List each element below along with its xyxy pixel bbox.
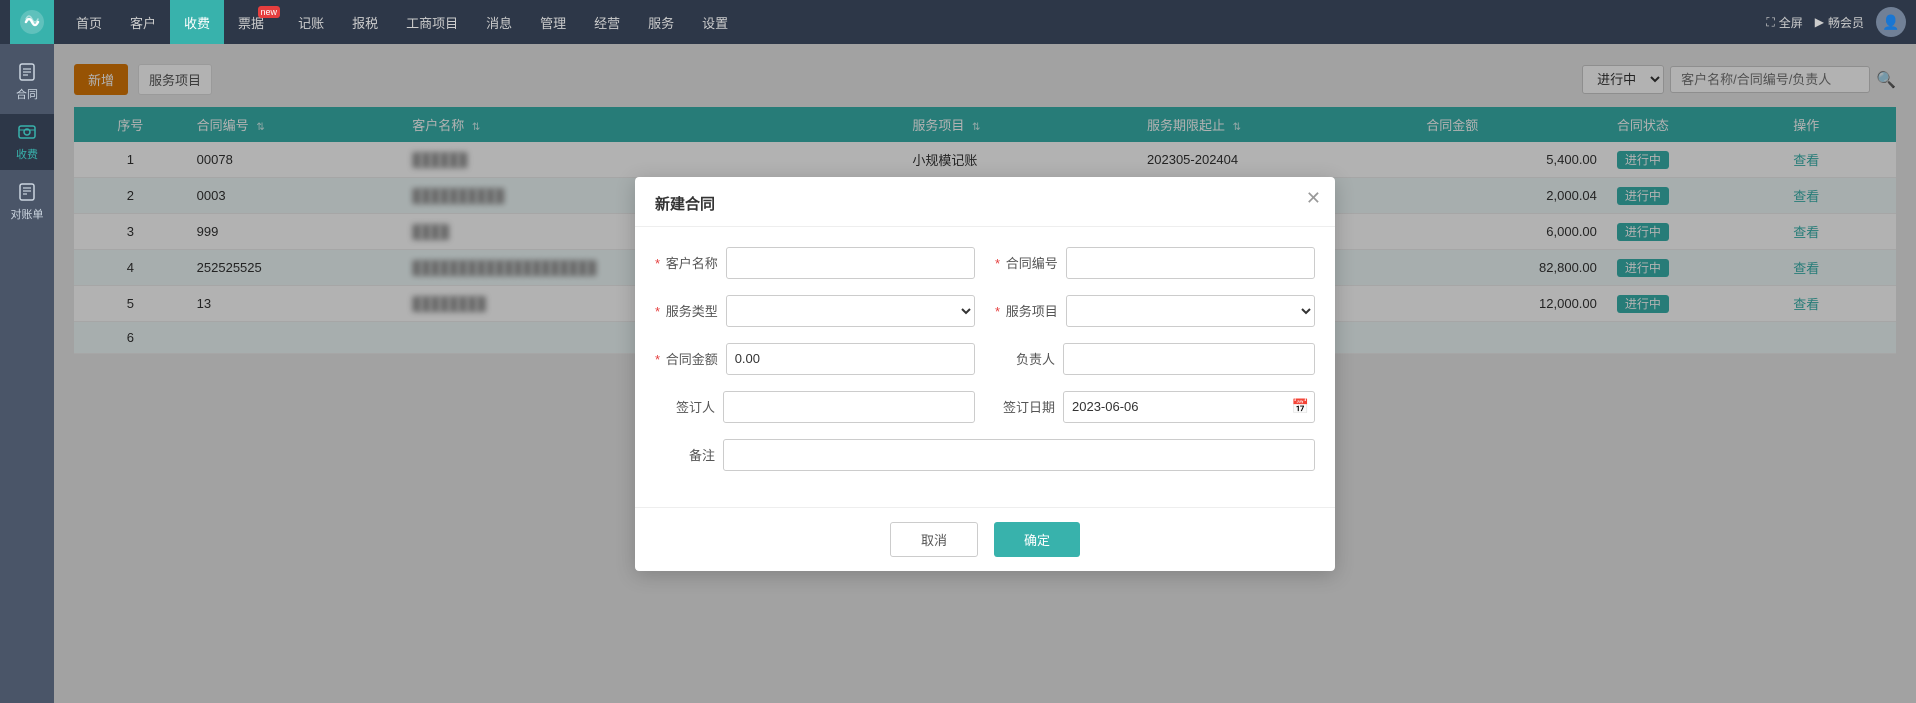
label-contract-no: * 合同编号 bbox=[995, 253, 1058, 272]
input-contract-no[interactable] bbox=[1066, 247, 1315, 279]
app-logo[interactable] bbox=[10, 0, 54, 44]
play-icon: ▶ bbox=[1815, 15, 1824, 29]
modal-body: * 客户名称 * 合同编号 bbox=[635, 227, 1335, 507]
nav-home[interactable]: 首页 bbox=[62, 0, 116, 44]
form-row-2: * 服务类型 * 服务项目 bbox=[655, 295, 1315, 327]
nav-message[interactable]: 消息 bbox=[472, 0, 526, 44]
main-content: 新增 服务项目 进行中 已完成 全部 🔍 序号 合同编号 bbox=[54, 44, 1916, 703]
fullscreen-button[interactable]: ⛶ 全屏 bbox=[1766, 14, 1802, 31]
calendar-icon[interactable]: 📅 bbox=[1292, 398, 1309, 415]
statement-icon bbox=[17, 182, 37, 202]
input-client-name[interactable] bbox=[726, 247, 975, 279]
fee-icon bbox=[17, 122, 37, 142]
nav-fee[interactable]: 收费 bbox=[170, 0, 224, 44]
app-body: 合同 收费 对账单 新增 服务项目 bbox=[0, 44, 1916, 703]
sidebar-item-fee[interactable]: 收费 bbox=[0, 114, 54, 170]
label-client-name: * 客户名称 bbox=[655, 253, 718, 272]
nav-invoice[interactable]: 票据 new bbox=[224, 0, 284, 44]
fullscreen-icon: ⛶ bbox=[1766, 15, 1774, 30]
field-remarks: 备注 bbox=[655, 439, 1315, 471]
sign-date-wrapper: 📅 bbox=[1063, 391, 1315, 423]
cancel-button[interactable]: 取消 bbox=[890, 522, 978, 557]
form-row-4: 签订人 签订日期 📅 bbox=[655, 391, 1315, 423]
nav-right-area: ⛶ 全屏 ▶ 畅会员 👤 bbox=[1766, 7, 1906, 37]
label-sign-date: 签订日期 bbox=[995, 397, 1055, 416]
sidebar-item-statement[interactable]: 对账单 bbox=[0, 174, 54, 230]
field-contract-amount: * 合同金额 bbox=[655, 343, 975, 375]
field-service-type: * 服务类型 bbox=[655, 295, 975, 327]
top-navigation: 首页 客户 收费 票据 new 记账 报税 工商项目 消息 管理 经营 服务 设… bbox=[0, 0, 1916, 44]
sidebar-item-contract[interactable]: 合同 bbox=[0, 54, 54, 110]
input-signer[interactable] bbox=[723, 391, 975, 423]
form-row-1: * 客户名称 * 合同编号 bbox=[655, 247, 1315, 279]
label-responsible: 负责人 bbox=[995, 349, 1055, 368]
input-sign-date[interactable] bbox=[1063, 391, 1315, 423]
select-service-type[interactable] bbox=[726, 295, 975, 327]
input-responsible[interactable] bbox=[1063, 343, 1315, 375]
form-row-3: * 合同金额 负责人 bbox=[655, 343, 1315, 375]
field-contract-no: * 合同编号 bbox=[995, 247, 1315, 279]
label-service-item: * 服务项目 bbox=[995, 301, 1058, 320]
nav-tax[interactable]: 报税 bbox=[338, 0, 392, 44]
nav-bookkeeping[interactable]: 记账 bbox=[284, 0, 338, 44]
modal-overlay: 新建合同 ✕ * 客户名称 bbox=[54, 44, 1916, 703]
input-remarks[interactable] bbox=[723, 439, 1315, 471]
contract-icon bbox=[17, 62, 37, 82]
select-service-item[interactable] bbox=[1066, 295, 1315, 327]
modal-header: 新建合同 bbox=[635, 177, 1335, 227]
field-service-item: * 服务项目 bbox=[995, 295, 1315, 327]
nav-business[interactable]: 工商项目 bbox=[392, 0, 472, 44]
nav-client[interactable]: 客户 bbox=[116, 0, 170, 44]
sidebar: 合同 收费 对账单 bbox=[0, 44, 54, 703]
label-signer: 签订人 bbox=[655, 397, 715, 416]
modal-close-button[interactable]: ✕ bbox=[1306, 189, 1321, 207]
user-avatar[interactable]: 👤 bbox=[1876, 7, 1906, 37]
nav-manage[interactable]: 管理 bbox=[526, 0, 580, 44]
field-signer: 签订人 bbox=[655, 391, 975, 423]
new-contract-modal: 新建合同 ✕ * 客户名称 bbox=[635, 177, 1335, 571]
nav-service[interactable]: 服务 bbox=[634, 0, 688, 44]
label-contract-amount: * 合同金额 bbox=[655, 349, 718, 368]
nav-operation[interactable]: 经营 bbox=[580, 0, 634, 44]
modal-footer: 取消 确定 bbox=[635, 507, 1335, 571]
new-badge: new bbox=[258, 6, 281, 18]
vip-button[interactable]: ▶ 畅会员 bbox=[1815, 14, 1864, 31]
confirm-button[interactable]: 确定 bbox=[994, 522, 1080, 557]
input-contract-amount[interactable] bbox=[726, 343, 975, 375]
field-sign-date: 签订日期 📅 bbox=[995, 391, 1315, 423]
label-service-type: * 服务类型 bbox=[655, 301, 718, 320]
field-client-name: * 客户名称 bbox=[655, 247, 975, 279]
label-remarks: 备注 bbox=[655, 445, 715, 464]
form-row-5: 备注 bbox=[655, 439, 1315, 471]
nav-settings[interactable]: 设置 bbox=[688, 0, 742, 44]
field-responsible: 负责人 bbox=[995, 343, 1315, 375]
